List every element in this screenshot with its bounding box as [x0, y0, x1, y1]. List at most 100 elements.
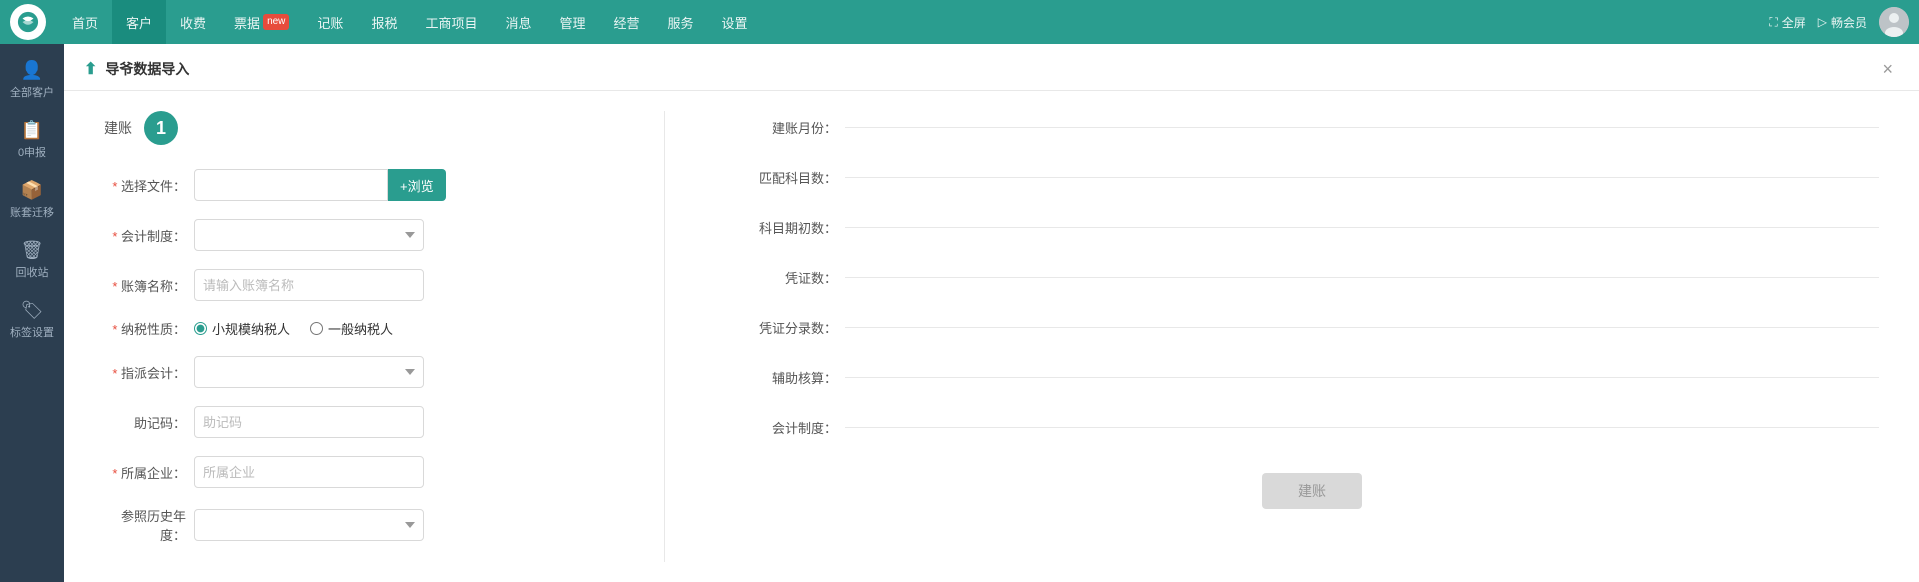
step-header: 建账 1: [104, 111, 644, 145]
logo[interactable]: [10, 4, 46, 40]
radio-group-tax: 小规模纳税人 一般纳税人: [194, 319, 424, 338]
label-account-month: 建账月份：: [745, 118, 845, 137]
history-year-control: [194, 509, 424, 541]
nav-item-settings[interactable]: 设置: [708, 0, 762, 44]
ledger-name-control: [194, 269, 424, 301]
value-accounting-system-r: [845, 427, 1879, 428]
nav-item-accounting[interactable]: 记账: [303, 0, 357, 44]
label-subject-init: 科目期初数：: [745, 218, 845, 237]
trash-icon: 🗑: [21, 240, 44, 261]
sidebar-item-all-clients[interactable]: 👤 全部客户: [0, 52, 64, 108]
form-row-file: 选择文件： +浏览: [104, 169, 644, 201]
form-row-accounting-system: 会计制度：: [104, 219, 644, 251]
value-account-month: [845, 127, 1879, 128]
browse-button[interactable]: +浏览: [388, 169, 446, 201]
migration-icon: 📦: [21, 180, 43, 201]
close-button[interactable]: ×: [1876, 58, 1899, 80]
form-row-company: 所属企业：: [104, 456, 644, 488]
label-ledger-name: 账簿名称：: [104, 276, 194, 295]
company-control: [194, 456, 424, 488]
label-voucher-entries: 凭证分录数：: [745, 318, 845, 337]
form-row-tax-type: 纳税性质： 小规模纳税人 一般纳税人: [104, 319, 644, 338]
nav-item-business[interactable]: 工商项目: [411, 0, 491, 44]
form-section-left: 建账 1 选择文件： +浏览 会计制度：: [104, 111, 644, 562]
nav-item-operation[interactable]: 经营: [600, 0, 654, 44]
history-year-select[interactable]: [194, 509, 424, 541]
radio-general-tax[interactable]: 一般纳税人: [310, 319, 393, 338]
info-row-voucher-count: 凭证数：: [745, 261, 1879, 293]
sidebar: 👤 全部客户 📋 0申报 📦 账套迁移 🗑 回收站 🏷 标签设置: [0, 44, 64, 582]
label-match-subjects: 匹配科目数：: [745, 168, 845, 187]
label-aux-accounting: 辅助核算：: [745, 368, 845, 387]
memo-code-input[interactable]: [194, 406, 424, 438]
value-voucher-entries: [845, 327, 1879, 328]
value-match-subjects: [845, 177, 1879, 178]
label-accounting-system-r: 会计制度：: [745, 418, 845, 437]
form-section-right: 建账月份： 匹配科目数： 科目期初数： 凭证数： 凭证分录数：: [685, 111, 1879, 562]
nav-item-home[interactable]: 首页: [58, 0, 112, 44]
sidebar-item-account-migration[interactable]: 📦 账套迁移: [0, 172, 64, 228]
invoice-badge: new: [263, 14, 289, 30]
label-company: 所属企业：: [104, 463, 194, 482]
avatar[interactable]: [1879, 7, 1909, 37]
declaration-icon: 📋: [21, 120, 43, 141]
info-row-accounting-system-r: 会计制度：: [745, 411, 1879, 443]
accounting-system-select[interactable]: [194, 219, 424, 251]
nav-item-management[interactable]: 管理: [545, 0, 599, 44]
fullscreen-btn[interactable]: ⛶ 全屏: [1769, 14, 1805, 31]
value-subject-init: [845, 227, 1879, 228]
file-control: +浏览: [194, 169, 424, 201]
tag-icon: 🏷: [21, 300, 44, 321]
memo-code-control: [194, 406, 424, 438]
radio-small-input[interactable]: [194, 322, 207, 335]
nav-item-billing[interactable]: 收费: [166, 0, 220, 44]
label-memo-code: 助记码：: [104, 413, 194, 432]
dialog-title: 导爷数据导入: [105, 59, 189, 79]
label-file: 选择文件：: [104, 176, 194, 195]
info-row-subject-init: 科目期初数：: [745, 211, 1879, 243]
file-input[interactable]: [194, 169, 388, 201]
dialog-body: 建账 1 选择文件： +浏览 会计制度：: [64, 91, 1919, 582]
vertical-divider: [664, 111, 665, 562]
ledger-name-input[interactable]: [194, 269, 424, 301]
layout: 👤 全部客户 📋 0申报 📦 账套迁移 🗑 回收站 🏷 标签设置 ⬆ 导爷数据导…: [0, 44, 1919, 582]
nav-item-customer[interactable]: 客户: [112, 0, 166, 44]
value-aux-accounting: [845, 377, 1879, 378]
nav-item-tax[interactable]: 报税: [357, 0, 411, 44]
accountant-select[interactable]: [194, 356, 424, 388]
create-account-button[interactable]: 建账: [1262, 473, 1362, 509]
form-row-history-year: 参照历史年度：: [104, 506, 644, 544]
label-history-year: 参照历史年度：: [104, 506, 194, 544]
main-content: ⬆ 导爷数据导入 × 建账 1 选择文件：: [64, 44, 1919, 582]
nav-item-message[interactable]: 消息: [491, 0, 545, 44]
nav-right: ⛶ 全屏 ▷ 畅会员: [1769, 7, 1909, 37]
nav-items: 首页 客户 收费 票据 new 记账 报税 工商项目 消息 管理 经营 服务 设…: [58, 0, 1769, 44]
sidebar-item-declaration[interactable]: 📋 0申报: [0, 112, 64, 168]
label-accounting-system: 会计制度：: [104, 226, 194, 245]
sidebar-item-trash[interactable]: 🗑 回收站: [0, 232, 64, 288]
company-input[interactable]: [194, 456, 424, 488]
label-tax-type: 纳税性质：: [104, 319, 194, 338]
top-nav: 首页 客户 收费 票据 new 记账 报税 工商项目 消息 管理 经营 服务 设…: [0, 0, 1919, 44]
info-row-account-month: 建账月份：: [745, 111, 1879, 143]
step-label: 建账: [104, 118, 132, 138]
info-row-match-subjects: 匹配科目数：: [745, 161, 1879, 193]
info-row-voucher-entries: 凭证分录数：: [745, 311, 1879, 343]
file-row: +浏览: [194, 169, 424, 201]
tax-type-control: 小规模纳税人 一般纳税人: [194, 319, 424, 338]
label-accountant: 指派会计：: [104, 363, 194, 382]
radio-general-input[interactable]: [310, 322, 323, 335]
info-row-aux-accounting: 辅助核算：: [745, 361, 1879, 393]
play-icon: ▷: [1818, 15, 1827, 29]
value-voucher-count: [845, 277, 1879, 278]
sidebar-item-tag-settings[interactable]: 🏷 标签设置: [0, 292, 64, 348]
label-voucher-count: 凭证数：: [745, 268, 845, 287]
membership-btn[interactable]: ▷ 畅会员: [1818, 14, 1867, 31]
dialog-title-area: ⬆ 导爷数据导入: [84, 59, 189, 79]
form-row-accountant: 指派会计：: [104, 356, 644, 388]
nav-item-service[interactable]: 服务: [654, 0, 708, 44]
nav-item-invoice[interactable]: 票据 new: [220, 0, 303, 44]
radio-small-tax[interactable]: 小规模纳税人: [194, 319, 290, 338]
upload-icon: ⬆: [84, 59, 97, 79]
accounting-system-control: [194, 219, 424, 251]
